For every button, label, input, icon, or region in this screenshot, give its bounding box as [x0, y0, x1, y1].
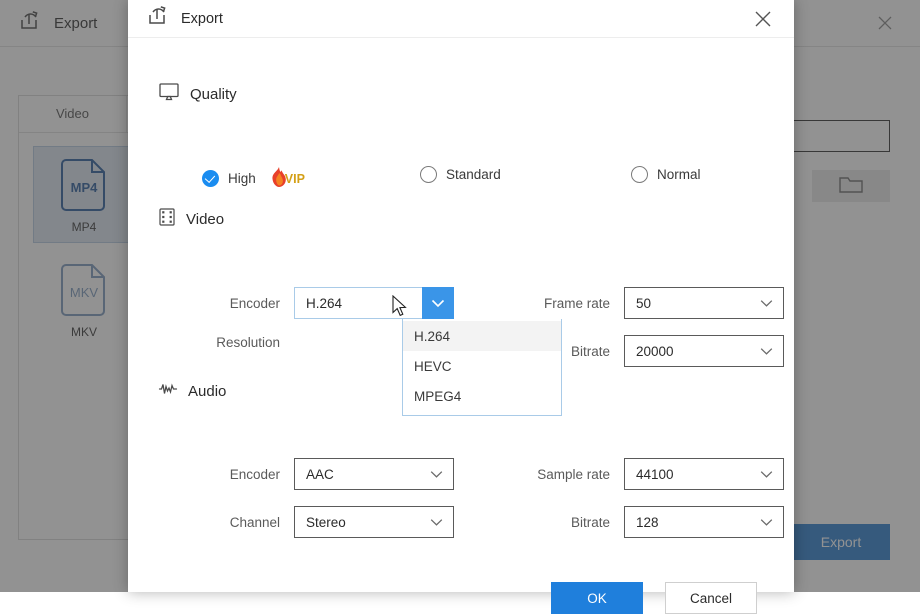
select-audio-channel-value: Stereo [306, 515, 346, 530]
section-header-video: Video [158, 207, 224, 232]
monitor-icon [158, 82, 180, 107]
export-settings-dialog: Export Quality High [128, 0, 794, 592]
dropdown-option-hevc[interactable]: HEVC [403, 351, 561, 381]
quality-option-normal[interactable]: Normal [631, 166, 701, 183]
radio-unselected-icon [631, 166, 648, 183]
chevron-down-icon [760, 296, 773, 311]
audio-wave-icon [158, 379, 178, 404]
dialog-title: Export [181, 11, 223, 27]
chevron-down-icon [430, 515, 443, 530]
select-audio-channel[interactable]: Stereo [294, 506, 454, 538]
select-audio-bitrate-value: 128 [636, 515, 659, 530]
label-video-resolution: Resolution [198, 335, 280, 350]
field-video-resolution: Resolution [198, 335, 294, 350]
cancel-button[interactable]: Cancel [665, 582, 757, 614]
label-audio-bitrate: Bitrate [528, 515, 610, 530]
field-audio-encoder: Encoder AAC [198, 458, 454, 490]
field-frame-rate: Frame rate 50 [528, 287, 784, 319]
chevron-down-icon [760, 344, 773, 359]
section-title-video: Video [186, 211, 224, 228]
film-strip-icon [158, 207, 176, 232]
section-title-audio: Audio [188, 383, 226, 400]
select-video-encoder-value: H.264 [306, 296, 342, 311]
radio-selected-icon [202, 170, 219, 187]
quality-option-standard-label: Standard [446, 167, 501, 182]
chevron-down-icon [430, 467, 443, 482]
quality-option-high[interactable]: High VIP [202, 166, 305, 191]
ok-button[interactable]: OK [551, 582, 643, 614]
dialog-title-bar: Export [128, 0, 794, 38]
section-header-quality: Quality [158, 82, 237, 107]
select-video-bitrate-value: 20000 [636, 344, 674, 359]
close-icon[interactable] [748, 4, 778, 34]
vip-badge: VIP [269, 166, 305, 191]
dropdown-option-h264[interactable]: H.264 [403, 321, 561, 351]
vip-label: VIP [285, 172, 305, 186]
select-audio-bitrate[interactable]: 128 [624, 506, 784, 538]
section-header-audio: Audio [158, 379, 226, 404]
dropdown-option-mpeg4[interactable]: MPEG4 [403, 381, 561, 411]
label-sample-rate: Sample rate [528, 467, 610, 482]
select-video-encoder[interactable]: H.264 [294, 287, 454, 319]
field-audio-bitrate: Bitrate 128 [528, 506, 784, 538]
section-title-quality: Quality [190, 86, 237, 103]
select-video-bitrate[interactable]: 20000 [624, 335, 784, 367]
select-frame-rate[interactable]: 50 [624, 287, 784, 319]
select-sample-rate-value: 44100 [636, 467, 674, 482]
chevron-down-icon [760, 515, 773, 530]
chevron-down-icon[interactable] [422, 287, 454, 319]
label-audio-channel: Channel [198, 515, 280, 530]
select-audio-encoder[interactable]: AAC [294, 458, 454, 490]
select-audio-encoder-value: AAC [306, 467, 334, 482]
quality-option-standard[interactable]: Standard [420, 166, 501, 183]
field-video-encoder: Encoder H.264 [198, 287, 454, 319]
field-audio-channel: Channel Stereo [198, 506, 454, 538]
field-video-bitrate: Bitrate 20000 [528, 335, 784, 367]
video-encoder-dropdown-list[interactable]: H.264 HEVC MPEG4 [402, 319, 562, 416]
select-sample-rate[interactable]: 44100 [624, 458, 784, 490]
quality-option-normal-label: Normal [657, 167, 701, 182]
export-share-icon [146, 4, 170, 33]
select-frame-rate-value: 50 [636, 296, 651, 311]
field-sample-rate: Sample rate 44100 [528, 458, 784, 490]
radio-unselected-icon [420, 166, 437, 183]
quality-radio-group: High VIP Standard Normal [128, 166, 794, 194]
quality-option-high-label: High [228, 171, 256, 186]
label-video-encoder: Encoder [198, 296, 280, 311]
label-frame-rate: Frame rate [528, 296, 610, 311]
label-audio-encoder: Encoder [198, 467, 280, 482]
chevron-down-icon [760, 467, 773, 482]
